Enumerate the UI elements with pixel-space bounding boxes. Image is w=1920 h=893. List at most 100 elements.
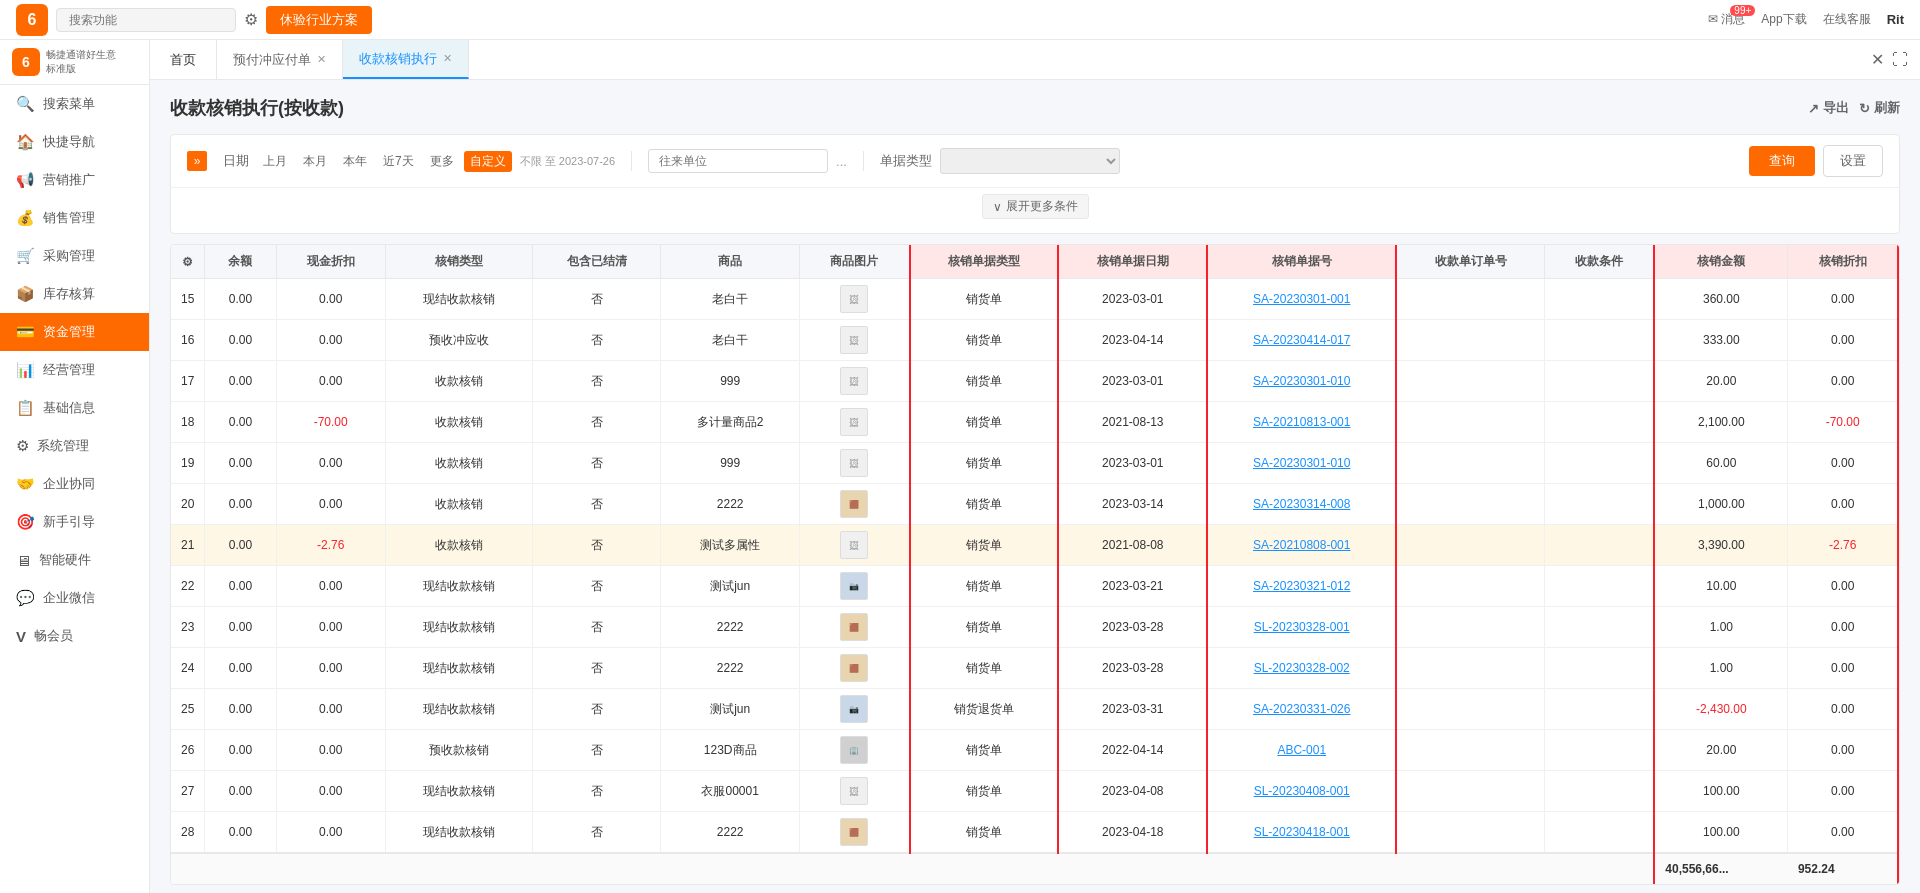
- cell-settled: 否: [533, 648, 661, 689]
- setting-btn[interactable]: 设置: [1823, 145, 1883, 177]
- message-badge: 99+: [1730, 5, 1755, 16]
- cell-settled: 否: [533, 525, 661, 566]
- page-title-row: 收款核销执行(按收款) ↗ 导出 ↻ 刷新: [170, 96, 1900, 120]
- sidebar-item-operation[interactable]: 📊 经营管理: [0, 351, 149, 389]
- cell-writeoff-discount: 0.00: [1788, 443, 1898, 484]
- cell-bill-no[interactable]: SA-20230301-001: [1207, 279, 1396, 320]
- goods-image: 🟫: [840, 490, 868, 518]
- top-bar: 6 ⚙ 休验行业方案 ✉ 99+ 消息 App下载 在线客服 Rit: [0, 0, 1920, 40]
- date-btn-custom[interactable]: 自定义: [464, 151, 512, 172]
- table-row: 17 0.00 0.00 收款核销 否 999 🖼 销货单 2023-03-01…: [171, 361, 1898, 402]
- sidebar-item-system[interactable]: ⚙ 系统管理: [0, 427, 149, 465]
- cell-bill-no[interactable]: ABC-001: [1207, 730, 1396, 771]
- sidebar-item-collab[interactable]: 🤝 企业协同: [0, 465, 149, 503]
- cell-bill-no[interactable]: SA-20230314-008: [1207, 484, 1396, 525]
- cell-bill-no[interactable]: SL-20230418-001: [1207, 812, 1396, 854]
- cell-bill-no[interactable]: SL-20230328-002: [1207, 648, 1396, 689]
- search-input[interactable]: [56, 8, 236, 32]
- content-area: 首页 预付冲应付单 ✕ 收款核销执行 ✕ ✕ ⛶ 收款核销执行(按收款): [150, 40, 1920, 893]
- goods-image: 📷: [840, 572, 868, 600]
- refresh-btn[interactable]: ↻ 刷新: [1859, 99, 1900, 117]
- settings-icon[interactable]: ⚙: [244, 10, 258, 29]
- tab-bar-actions: ✕ ⛶: [1859, 40, 1920, 79]
- query-btn[interactable]: 查询: [1749, 146, 1815, 176]
- sidebar-item-finance[interactable]: 💳 资金管理: [0, 313, 149, 351]
- cell-receipt-condition: [1544, 525, 1654, 566]
- cell-balance: 0.00: [205, 607, 276, 648]
- partner-input[interactable]: [648, 149, 828, 173]
- sidebar-item-marketing[interactable]: 📢 营销推广: [0, 161, 149, 199]
- table-row: 24 0.00 0.00 现结收款核销 否 2222 🟫 销货单 2023-03…: [171, 648, 1898, 689]
- cell-goods: 2222: [661, 648, 800, 689]
- partner-dots[interactable]: ...: [836, 154, 847, 169]
- filter-section: » 日期 上月 本月 本年 近7天 更多 自定义 不限 至 2023-07-2: [170, 134, 1900, 234]
- tab-home[interactable]: 首页: [150, 40, 217, 79]
- online-service-btn[interactable]: 在线客服: [1823, 11, 1871, 28]
- member-icon: V: [16, 628, 26, 645]
- sidebar-item-member[interactable]: V 畅会员: [0, 617, 149, 655]
- export-btn[interactable]: ↗ 导出: [1808, 99, 1849, 117]
- app-download-btn[interactable]: App下载: [1761, 11, 1806, 28]
- cell-receipt-condition: [1544, 361, 1654, 402]
- cell-bill-no[interactable]: SL-20230328-001: [1207, 607, 1396, 648]
- date-btn-7days[interactable]: 近7天: [377, 151, 420, 172]
- col-settings[interactable]: ⚙: [171, 245, 205, 279]
- cell-id: 27: [171, 771, 205, 812]
- cell-bill-no[interactable]: SA-20230414-017: [1207, 320, 1396, 361]
- sidebar-item-hardware[interactable]: 🖥 智能硬件: [0, 541, 149, 579]
- cell-goods: 123D商品: [661, 730, 800, 771]
- sidebar-item-search[interactable]: 🔍 搜索菜单: [0, 85, 149, 123]
- cell-bill-no[interactable]: SA-20230301-010: [1207, 443, 1396, 484]
- expand-more-btn[interactable]: ∨ 展开更多条件: [982, 194, 1089, 219]
- table-row: 28 0.00 0.00 现结收款核销 否 2222 🟫 销货单 2023-04…: [171, 812, 1898, 854]
- cell-bill-no[interactable]: SL-20230408-001: [1207, 771, 1396, 812]
- tab-prepayment-close[interactable]: ✕: [317, 53, 326, 66]
- tab-writeoff[interactable]: 收款核销执行 ✕: [343, 40, 469, 79]
- sidebar-label-collab: 企业协同: [43, 475, 95, 493]
- message-btn[interactable]: ✉ 99+ 消息: [1708, 11, 1745, 28]
- data-table-wrap: ⚙ 余额 现金折扣 核销类型 包含已结清 商品 商品图片 核销单据类型 核销单据…: [170, 244, 1900, 885]
- doc-type-select[interactable]: [940, 148, 1120, 174]
- cell-writeoff-amount: -2,430.00: [1654, 689, 1788, 730]
- industry-btn[interactable]: 休验行业方案: [266, 6, 372, 34]
- sidebar-item-sales[interactable]: 💰 销售管理: [0, 199, 149, 237]
- col-writeoff-discount: 核销折扣: [1788, 245, 1898, 279]
- date-btn-this-year[interactable]: 本年: [337, 151, 373, 172]
- sidebar-item-inventory[interactable]: 📦 库存核算: [0, 275, 149, 313]
- cell-img: 🟫: [800, 607, 910, 648]
- date-btn-last-month[interactable]: 上月: [257, 151, 293, 172]
- cell-bill-no[interactable]: SA-20210808-001: [1207, 525, 1396, 566]
- cell-settled: 否: [533, 812, 661, 854]
- cell-receipt-condition: [1544, 279, 1654, 320]
- tab-writeoff-close[interactable]: ✕: [443, 52, 452, 65]
- cell-receipt-order: [1396, 566, 1544, 607]
- tab-expand-icon[interactable]: ⛶: [1892, 51, 1908, 69]
- cell-bill-no[interactable]: SA-20230331-026: [1207, 689, 1396, 730]
- sidebar-item-purchase[interactable]: 🛒 采购管理: [0, 237, 149, 275]
- sidebar-item-wechat[interactable]: 💬 企业微信: [0, 579, 149, 617]
- col-writeoff-type: 核销类型: [385, 245, 532, 279]
- cell-bill-type: 销货单: [910, 648, 1059, 689]
- tab-close-all-icon[interactable]: ✕: [1871, 50, 1884, 69]
- date-btn-more[interactable]: 更多: [424, 151, 460, 172]
- sidebar-item-quicknav[interactable]: 🏠 快捷导航: [0, 123, 149, 161]
- export-icon: ↗: [1808, 101, 1819, 116]
- cell-bill-no[interactable]: SA-20230321-012: [1207, 566, 1396, 607]
- filter-expand-btn[interactable]: »: [187, 151, 207, 171]
- tab-prepayment[interactable]: 预付冲应付单 ✕: [217, 40, 343, 79]
- collab-icon: 🤝: [16, 475, 35, 493]
- sidebar-item-basic[interactable]: 📋 基础信息: [0, 389, 149, 427]
- cell-bill-date: 2023-03-21: [1058, 566, 1207, 607]
- table-row: 23 0.00 0.00 现结收款核销 否 2222 🟫 销货单 2023-03…: [171, 607, 1898, 648]
- sidebar-item-guide[interactable]: 🎯 新手引导: [0, 503, 149, 541]
- cell-settled: 否: [533, 607, 661, 648]
- cell-bill-no[interactable]: SA-20230301-010: [1207, 361, 1396, 402]
- col-bill-no: 核销单据号: [1207, 245, 1396, 279]
- cell-writeoff-amount: 10.00: [1654, 566, 1788, 607]
- cell-balance: 0.00: [205, 484, 276, 525]
- cell-balance: 0.00: [205, 771, 276, 812]
- cell-bill-no[interactable]: SA-20210813-001: [1207, 402, 1396, 443]
- date-btn-this-month[interactable]: 本月: [297, 151, 333, 172]
- cell-writeoff-discount: -70.00: [1788, 402, 1898, 443]
- cell-settled: 否: [533, 730, 661, 771]
